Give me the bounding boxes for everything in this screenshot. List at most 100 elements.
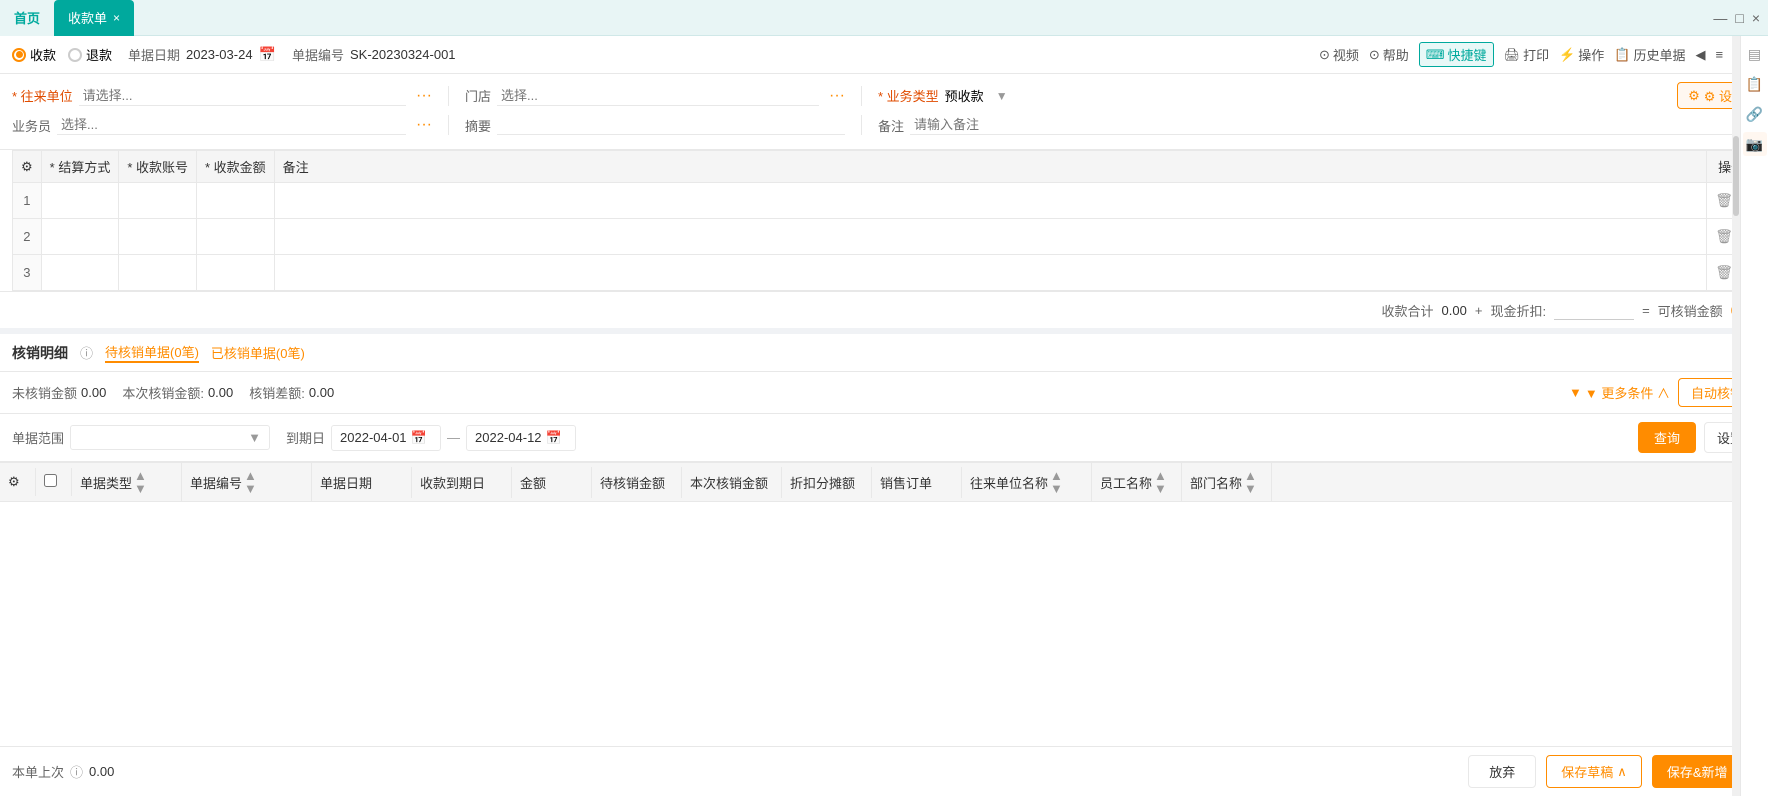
date-from-value: 2022-04-01 <box>340 430 407 445</box>
bth-col-5: 待核销金额 <box>592 467 682 498</box>
row-1-jiesuan[interactable] <box>41 183 119 219</box>
select-all-checkbox[interactable] <box>44 474 57 487</box>
counterpart-more-icon[interactable]: ··· <box>416 87 432 105</box>
more-conditions-btn[interactable]: ▼ ▼ 更多条件 ∧ <box>1569 383 1670 402</box>
ops-btn[interactable]: ⚡ 操作 <box>1559 45 1604 64</box>
calendar-from-icon[interactable]: 📅 <box>411 430 427 446</box>
tab-home-label: 首页 <box>14 8 40 27</box>
shop-more-icon[interactable]: ··· <box>829 87 845 105</box>
docnum-value[interactable]: SK-20230324-001 <box>350 47 456 62</box>
staff-label: 业务员 <box>12 116 51 135</box>
biztype-select[interactable]: 预收款 ▼ <box>945 86 1218 105</box>
row-3-jiesuan[interactable] <box>41 255 119 291</box>
toolbar: 收款 退款 单据日期 2023-03-24 📅 单据编号 SK-20230324… <box>0 36 1768 74</box>
footer-info: 本单上次 ⓘ 0.00 <box>12 762 114 781</box>
remark-input[interactable] <box>910 115 1756 135</box>
window-min-btn[interactable]: — <box>1713 10 1727 26</box>
bth-col-1[interactable]: 单据编号 ▲▼ <box>182 463 312 501</box>
toolbar-right: ⊙ 视频 ⊙ 帮助 ⌨ 快捷键 🖨 打印 ⚡ 操作 📋 历史单据 ◀ ≡ ⊞ <box>1319 42 1756 67</box>
range-select[interactable]: ▼ <box>70 425 270 450</box>
sidebar-link-icon[interactable]: 🔗 <box>1743 102 1767 126</box>
save-draft-label: 保存草稿 <box>1561 762 1613 781</box>
bth-col-1-label: 单据编号 <box>190 473 242 492</box>
bth-col-11[interactable]: 部门名称 ▲▼ <box>1182 463 1272 501</box>
radio-tuikuan-label: 退款 <box>86 45 112 64</box>
table-gear-header[interactable]: ⚙ <box>13 151 42 183</box>
bth-col-0[interactable]: 单据类型 ▲▼ <box>72 463 182 501</box>
row-1-delete-icon[interactable]: 🗑 <box>1715 192 1733 209</box>
sidebar-camera-icon[interactable]: 📷 <box>1743 132 1767 156</box>
row-1-amount[interactable] <box>197 183 275 219</box>
tab-close-icon[interactable]: × <box>113 11 120 25</box>
sort-icon-0: ▲▼ <box>134 469 147 495</box>
sort-icon-11: ▲▼ <box>1244 469 1257 495</box>
divider-4 <box>861 115 862 135</box>
row-1-remark[interactable] <box>274 183 1707 219</box>
sidebar-doc-icon[interactable]: 📋 <box>1743 72 1767 96</box>
discount-input[interactable] <box>1554 300 1634 320</box>
scroll-thumb[interactable] <box>1733 136 1739 216</box>
bth-col-10[interactable]: 员工名称 ▲▼ <box>1092 463 1182 501</box>
date-label: 单据日期 <box>128 45 180 64</box>
tab-shoukuan[interactable]: 收款单 × <box>54 0 134 36</box>
date-from-input[interactable]: 2022-04-01 📅 <box>331 425 441 451</box>
row-3-amount[interactable] <box>197 255 275 291</box>
counterpart-input[interactable] <box>79 86 406 106</box>
receipt-table-wrap: ⚙ * 结算方式 * 收款账号 * 收款金额 备注 操作 <box>0 150 1768 291</box>
sidebar-table-icon[interactable]: ▤ <box>1743 42 1767 66</box>
history-btn[interactable]: 📋 历史单据 <box>1614 45 1685 64</box>
bth-col-4-label: 金额 <box>520 476 546 491</box>
layout-icon[interactable]: ≡ <box>1716 47 1724 62</box>
bth-col-7: 折扣分摊额 <box>782 467 872 498</box>
help-btn[interactable]: ⊙ 帮助 <box>1369 45 1409 64</box>
shortcut-btn[interactable]: ⌨ 快捷键 <box>1419 42 1494 67</box>
bth-col-11-label: 部门名称 <box>1190 473 1242 492</box>
hexiao-info-icon[interactable]: ⓘ <box>80 343 93 362</box>
staff-more-icon[interactable]: ··· <box>416 116 432 134</box>
window-close-btn[interactable]: × <box>1752 10 1760 26</box>
row-2-amount[interactable] <box>197 219 275 255</box>
window-max-btn[interactable]: □ <box>1735 10 1743 26</box>
per-page-val: 0.00 <box>89 764 114 779</box>
calendar-to-icon[interactable]: 📅 <box>546 430 562 446</box>
pending-tab[interactable]: 待核销单据(0笔) <box>105 342 199 363</box>
bth-col-8: 销售订单 <box>872 467 962 498</box>
row-2-remark[interactable] <box>274 219 1707 255</box>
radio-tuikuan[interactable]: 退款 <box>68 45 112 64</box>
this-stat: 本次核销金额: 0.00 <box>122 383 233 402</box>
footer-info-icon[interactable]: ⓘ <box>70 762 83 781</box>
receipt-type-group: 收款 退款 <box>12 45 112 64</box>
date-to-input[interactable]: 2022-04-12 📅 <box>466 425 576 451</box>
row-1-account[interactable] <box>119 183 197 219</box>
hexiao-header: 核销明细 ⓘ 待核销单据(0笔) 已核销单据(0笔) <box>0 334 1768 372</box>
per-page-label: 本单上次 <box>12 762 64 781</box>
tab-home[interactable]: 首页 <box>0 0 54 36</box>
bth-checkbox[interactable] <box>36 468 72 496</box>
sort-icon-9: ▲▼ <box>1050 469 1063 495</box>
video-btn[interactable]: ⊙ 视频 <box>1319 45 1359 64</box>
row-3-delete-icon[interactable]: 🗑 <box>1715 264 1733 281</box>
shop-input[interactable] <box>497 86 819 106</box>
shop-field: 门店 ··· <box>465 86 845 106</box>
date-separator: — <box>447 430 460 445</box>
bth-col-9[interactable]: 往来单位名称 ▲▼ <box>962 463 1092 501</box>
abandon-btn[interactable]: 放弃 <box>1468 755 1536 788</box>
date-value[interactable]: 2023-03-24 <box>186 47 253 62</box>
prev-icon[interactable]: ◀ <box>1696 47 1706 63</box>
bottom-table-header: ⚙ 单据类型 ▲▼ 单据编号 ▲▼ 单据日期 收款到期日 金额 <box>0 462 1768 502</box>
row-3-account[interactable] <box>119 255 197 291</box>
query-btn[interactable]: 查询 <box>1638 422 1696 453</box>
stats-row: 未核销金额 0.00 本次核销金额: 0.00 核销差额: 0.00 ▼ ▼ 更… <box>0 372 1768 414</box>
done-tab[interactable]: 已核销单据(0笔) <box>211 343 305 362</box>
row-3-remark[interactable] <box>274 255 1707 291</box>
row-2-account[interactable] <box>119 219 197 255</box>
row-2-jiesuan[interactable] <box>41 219 119 255</box>
print-btn[interactable]: 🖨 打印 <box>1504 45 1550 64</box>
radio-shoukuan[interactable]: 收款 <box>12 45 56 64</box>
summary-input[interactable] <box>497 115 845 135</box>
bth-gear[interactable]: ⚙ <box>0 468 36 496</box>
staff-input[interactable] <box>57 115 406 135</box>
calendar-icon[interactable]: 📅 <box>259 46 276 63</box>
row-2-delete-icon[interactable]: 🗑 <box>1715 228 1733 245</box>
save-draft-btn[interactable]: 保存草稿 ∧ <box>1546 755 1642 788</box>
